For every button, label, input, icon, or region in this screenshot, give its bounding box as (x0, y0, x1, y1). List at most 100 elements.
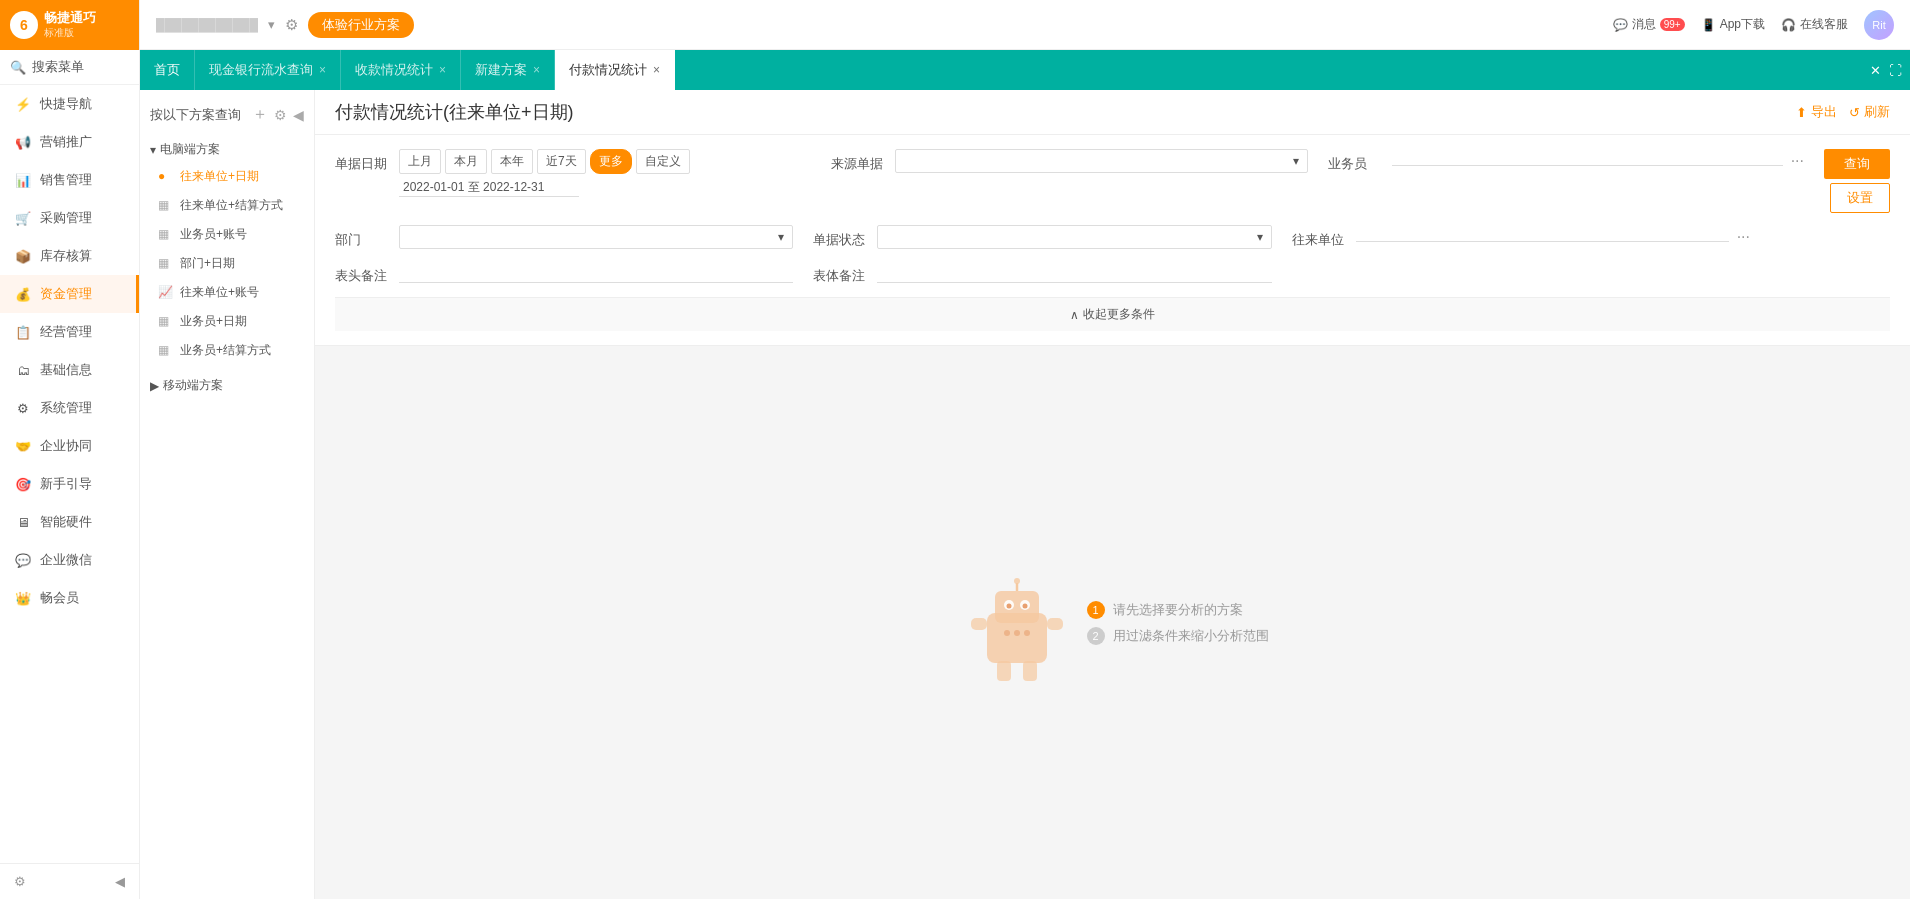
svg-rect-9 (1023, 661, 1037, 681)
pc-chevron-icon: ▾ (150, 143, 156, 157)
export-icon: ⬆ (1796, 105, 1807, 120)
export-btn[interactable]: ⬆ 导出 (1796, 103, 1837, 121)
source-label: 来源单据 (831, 149, 887, 173)
tab-bar: 首页 现金银行流水查询 × 收款情况统计 × 新建方案 × 付款情况统计 × ✕… (140, 50, 1910, 90)
content-area: 按以下方案查询 ＋ ⚙ ◀ ▾ 电脑端方案 ● 往来单位+日期 ▦ (140, 90, 1910, 899)
pc-scheme-group-title[interactable]: ▾ 电脑端方案 (150, 137, 304, 162)
setting-btn[interactable]: 设置 (1830, 183, 1890, 213)
sidebar-item-corp[interactable]: 🤝 企业协同 (0, 427, 139, 465)
dept-dropdown-icon: ▾ (778, 230, 784, 244)
scheme-item-employee-settle[interactable]: ▦ 业务员+结算方式 (150, 336, 304, 365)
avatar[interactable]: Rit (1864, 10, 1894, 40)
scheme-item-partner-date[interactable]: ● 往来单位+日期 (150, 162, 304, 191)
tab-home-label: 首页 (154, 61, 180, 79)
tip-text-2: 用过滤条件来缩小分析范围 (1113, 623, 1269, 649)
sidebar-item-nav[interactable]: ⚡ 快捷导航 (0, 85, 139, 123)
sidebar-item-wechat-label: 企业微信 (40, 551, 92, 569)
sidebar-nav: ⚡ 快捷导航 📢 营销推广 📊 销售管理 🛒 采购管理 📦 库存核算 💰 资金管… (0, 85, 139, 863)
refresh-btn[interactable]: ↺ 刷新 (1849, 103, 1890, 121)
sidebar-item-basic[interactable]: 🗂 基础信息 (0, 351, 139, 389)
tab-payment-label: 付款情况统计 (569, 61, 647, 79)
dept-select[interactable]: ▾ (399, 225, 793, 249)
tab-receivable[interactable]: 收款情况统计 × (341, 50, 461, 90)
scheme-item-dept-date[interactable]: ▦ 部门+日期 (150, 249, 304, 278)
sidebar-item-system[interactable]: ⚙ 系统管理 (0, 389, 139, 427)
logo-icon: 6 (10, 11, 38, 39)
sidebar-logo: 6 畅捷通巧 标准版 (0, 0, 139, 50)
sidebar-item-sales[interactable]: 📊 销售管理 (0, 161, 139, 199)
refresh-label: 刷新 (1864, 103, 1890, 121)
sidebar-item-wechat[interactable]: 💬 企业微信 (0, 541, 139, 579)
tab-cashflow-label: 现金银行流水查询 (209, 61, 313, 79)
scheme-settings-btn[interactable]: ⚙ (274, 107, 287, 123)
sidebar-item-corp-label: 企业协同 (40, 437, 92, 455)
date-btn-7days[interactable]: 近7天 (537, 149, 586, 174)
online-service-btn[interactable]: 🎧 在线客服 (1781, 16, 1848, 33)
tab-expand-icon[interactable]: ⛶ (1889, 63, 1902, 78)
tab-new-scheme[interactable]: 新建方案 × (461, 50, 555, 90)
sidebar-item-marketing-label: 营销推广 (40, 133, 92, 151)
scheme-partner-date-label: 往来单位+日期 (180, 168, 259, 185)
header-note-input[interactable] (399, 264, 793, 283)
sidebar-item-inventory[interactable]: 📦 库存核算 (0, 237, 139, 275)
sidebar-item-guide[interactable]: 🎯 新手引导 (0, 465, 139, 503)
app-download-btn[interactable]: 📱 App下载 (1701, 16, 1765, 33)
doc-status-select[interactable]: ▾ (877, 225, 1271, 249)
body-note-input[interactable] (877, 264, 1271, 283)
service-icon: 🎧 (1781, 18, 1796, 32)
date-btn-this-month[interactable]: 本月 (445, 149, 487, 174)
scheme-item-partner-settle[interactable]: ▦ 往来单位+结算方式 (150, 191, 304, 220)
search-menu[interactable]: 🔍 搜索菜单 (0, 50, 139, 85)
tab-payment-close[interactable]: × (653, 63, 660, 77)
tab-cashflow-close[interactable]: × (319, 63, 326, 77)
dropdown-icon[interactable]: ▾ (268, 17, 275, 32)
query-btn[interactable]: 查询 (1824, 149, 1890, 179)
tab-new-scheme-close[interactable]: × (533, 63, 540, 77)
date-range-input[interactable] (399, 178, 579, 197)
try-industry-btn[interactable]: 体验行业方案 (308, 12, 414, 38)
scheme-collapse-btn[interactable]: ◀ (293, 107, 304, 123)
collapse-filter-btn[interactable]: ∧ 收起更多条件 (335, 297, 1890, 331)
message-badge: 99+ (1660, 18, 1685, 31)
sidebar-item-purchase[interactable]: 🛒 采购管理 (0, 199, 139, 237)
scheme-item-employee-account[interactable]: ▦ 业务员+账号 (150, 220, 304, 249)
tab-receivable-close[interactable]: × (439, 63, 446, 77)
sidebar-item-marketing[interactable]: 📢 营销推广 (0, 123, 139, 161)
tab-home[interactable]: 首页 (140, 50, 195, 90)
sidebar-item-finance[interactable]: 💰 资金管理 (0, 275, 139, 313)
sidebar-item-hardware[interactable]: 🖥 智能硬件 (0, 503, 139, 541)
messages-btn[interactable]: 💬 消息 99+ (1613, 16, 1685, 33)
sidebar-item-operation[interactable]: 📋 经营管理 (0, 313, 139, 351)
date-btn-this-year[interactable]: 本年 (491, 149, 533, 174)
collapse-sidebar-icon[interactable]: ◀ (115, 874, 125, 889)
date-btn-last-month[interactable]: 上月 (399, 149, 441, 174)
page-title: 付款情况统计(往来单位+日期) (335, 100, 574, 124)
settings-icon[interactable]: ⚙ (14, 874, 26, 889)
tab-close-all-icon[interactable]: ✕ (1870, 63, 1881, 78)
add-scheme-btn[interactable]: ＋ (252, 104, 268, 125)
scheme-item-partner-account[interactable]: 📈 往来单位+账号 (150, 278, 304, 307)
tab-payment[interactable]: 付款情况统计 × (555, 50, 675, 90)
employee-label: 业务员 (1328, 149, 1384, 173)
doc-status-label: 单据状态 (813, 225, 869, 249)
employee-more-btn[interactable]: ··· (1791, 152, 1804, 170)
tab-receivable-label: 收款情况统计 (355, 61, 433, 79)
scheme-employee-account-label: 业务员+账号 (180, 226, 247, 243)
tab-cashflow[interactable]: 现金银行流水查询 × (195, 50, 341, 90)
right-panel: 付款情况统计(往来单位+日期) ⬆ 导出 ↺ 刷新 (315, 90, 1910, 899)
partner-more-btn[interactable]: ··· (1737, 228, 1750, 246)
sidebar-item-vip[interactable]: 👑 畅会员 (0, 579, 139, 617)
wechat-icon: 💬 (14, 551, 32, 569)
date-btn-custom[interactable]: 自定义 (636, 149, 690, 174)
mobile-scheme-group-title[interactable]: ▶ 移动端方案 (150, 373, 304, 398)
date-btn-more[interactable]: 更多 (590, 149, 632, 174)
settings-gear-icon[interactable]: ⚙ (285, 16, 298, 34)
scheme-icon-1: ▦ (158, 198, 174, 214)
filter-row-3: 表头备注 表体备注 (335, 261, 1890, 285)
mobile-scheme-group: ▶ 移动端方案 (140, 369, 314, 402)
scheme-panel-title: 按以下方案查询 (150, 106, 241, 124)
scheme-item-employee-date[interactable]: ▦ 业务员+日期 (150, 307, 304, 336)
empty-tip-1: 1 请先选择要分析的方案 (1087, 597, 1269, 623)
source-select[interactable]: ▾ (895, 149, 1307, 173)
nav-icon: ⚡ (14, 95, 32, 113)
